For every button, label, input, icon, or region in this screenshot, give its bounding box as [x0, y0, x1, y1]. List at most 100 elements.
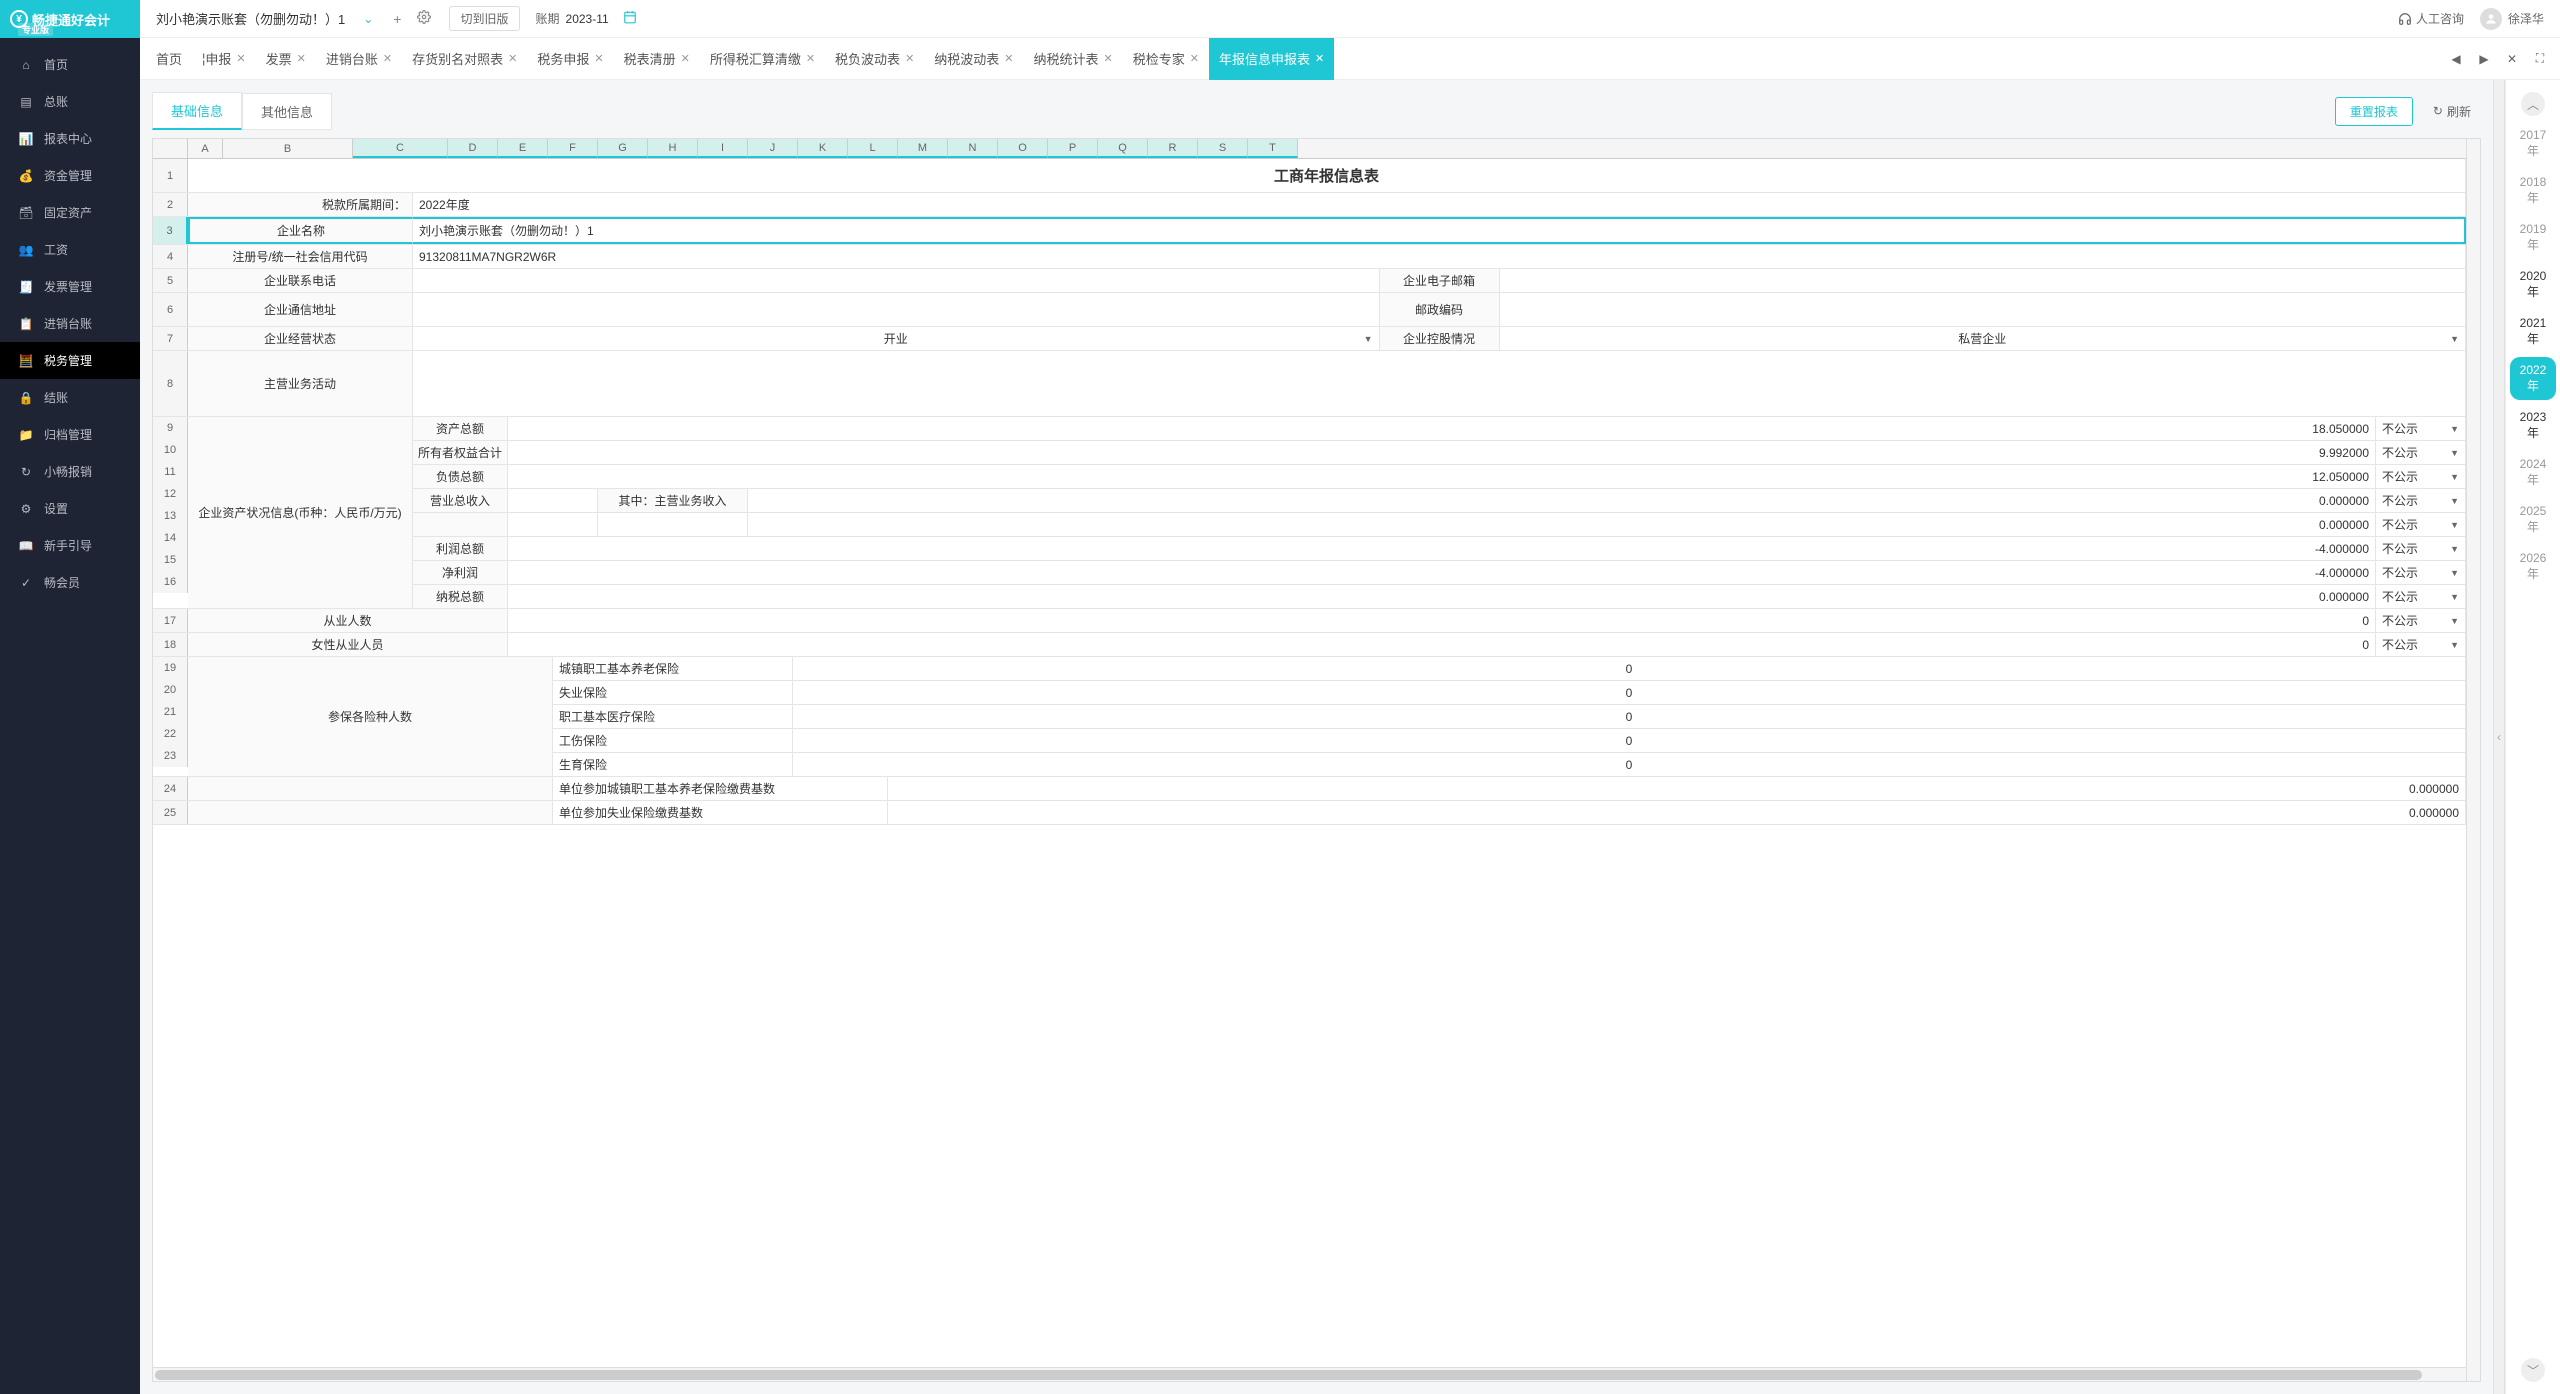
disclose-select[interactable]: 不公示▼ [2376, 513, 2466, 536]
nav-settings[interactable]: ⚙设置 [0, 490, 140, 527]
ins-value[interactable]: 0 [793, 729, 2466, 752]
col-header-A[interactable]: A [188, 139, 223, 158]
fin-subvalue[interactable]: 0.000000 [748, 513, 2376, 536]
tab-close-icon[interactable]: ✕ [1190, 52, 1199, 65]
nav-funds[interactable]: 💰资金管理 [0, 157, 140, 194]
addr-value[interactable] [413, 293, 1380, 326]
year-up-icon[interactable]: ︿ [2521, 92, 2545, 116]
row-header-8[interactable]: 8 [153, 351, 188, 416]
year-2024年[interactable]: 2024年 [2510, 451, 2556, 494]
ins-value[interactable]: 0 [793, 753, 2466, 776]
page-tab[interactable]: 税务申报✕ [527, 38, 613, 80]
page-tab[interactable]: 税负波动表✕ [825, 38, 924, 80]
female-value[interactable]: 0 [508, 633, 2376, 656]
year-2023年[interactable]: 2023年 [2510, 404, 2556, 447]
page-tab[interactable]: 进销台账✕ [316, 38, 402, 80]
account-dropdown-icon[interactable]: ⌄ [363, 12, 373, 26]
tab-close-icon[interactable]: ✕ [681, 52, 690, 65]
base-value[interactable]: 0.000000 [888, 777, 2466, 800]
disclose-select[interactable]: 不公示▼ [2376, 609, 2466, 632]
base-value[interactable]: 0.000000 [888, 801, 2466, 824]
nav-xiaochang[interactable]: ↻小畅报销 [0, 453, 140, 490]
row-header-5[interactable]: 5 [153, 269, 188, 292]
col-header-K[interactable]: K [798, 139, 848, 158]
page-tab[interactable]: 纳税波动表✕ [924, 38, 1023, 80]
disclose-select[interactable]: 不公示▼ [2376, 585, 2466, 608]
old-version-button[interactable]: 切到旧版 [449, 6, 519, 31]
col-header-H[interactable]: H [648, 139, 698, 158]
col-header-S[interactable]: S [1198, 139, 1248, 158]
tab-basic-info[interactable]: 基础信息 [152, 92, 242, 130]
col-header-L[interactable]: L [848, 139, 898, 158]
refresh-button[interactable]: ↻刷新 [2423, 97, 2481, 126]
row-header-9[interactable]: 9 [153, 417, 188, 439]
tab-close-icon[interactable]: ✕ [905, 52, 914, 65]
disclose-select[interactable]: 不公示▼ [2376, 465, 2466, 488]
row-header-25[interactable]: 25 [153, 801, 188, 824]
ins-value[interactable]: 0 [793, 657, 2466, 680]
year-2022年[interactable]: 2022年 [2510, 357, 2556, 400]
tab-close-icon[interactable]: ✕ [1004, 52, 1013, 65]
year-2026年[interactable]: 2026年 [2510, 545, 2556, 588]
fullscreen-icon[interactable]: ⛶ [2528, 47, 2552, 71]
nav-reports[interactable]: 📊报表中心 [0, 120, 140, 157]
col-header-F[interactable]: F [548, 139, 598, 158]
year-2025年[interactable]: 2025年 [2510, 498, 2556, 541]
col-header-R[interactable]: R [1148, 139, 1198, 158]
col-header-I[interactable]: I [698, 139, 748, 158]
disclose-select[interactable]: 不公示▼ [2376, 489, 2466, 512]
page-tab[interactable]: 所得税汇算清缴✕ [700, 38, 825, 80]
year-2019年[interactable]: 2019年 [2510, 216, 2556, 259]
col-header-J[interactable]: J [748, 139, 798, 158]
tab-close-icon[interactable]: ✕ [508, 52, 517, 65]
year-2017年[interactable]: 2017年 [2510, 122, 2556, 165]
row-header-17[interactable]: 17 [153, 609, 188, 632]
page-tab[interactable]: 年报信息申报表✕ [1209, 38, 1334, 80]
row-header-11[interactable]: 11 [153, 461, 188, 483]
reg-value[interactable]: 91320811MA7NGR2W6R [413, 245, 2466, 268]
row-header-14[interactable]: 14 [153, 527, 188, 549]
year-down-icon[interactable]: ﹀ [2521, 1358, 2545, 1382]
consult-button[interactable]: 人工咨询 [2398, 10, 2464, 27]
col-header-D[interactable]: D [448, 139, 498, 158]
postal-value[interactable] [1500, 293, 2467, 326]
col-header-B[interactable]: B [223, 139, 353, 158]
col-header-P[interactable]: P [1048, 139, 1098, 158]
page-tab[interactable]: 发票✕ [256, 38, 316, 80]
row-header-7[interactable]: 7 [153, 327, 188, 350]
activity-value[interactable] [413, 351, 2466, 416]
page-tab[interactable]: 首页 [146, 38, 192, 80]
settings-header-icon[interactable] [417, 10, 431, 27]
row-header-24[interactable]: 24 [153, 777, 188, 800]
add-account-icon[interactable]: + [393, 11, 401, 27]
employees-value[interactable]: 0 [508, 609, 2376, 632]
tab-close-icon[interactable]: ✕ [594, 52, 603, 65]
nav-guide[interactable]: 📖新手引导 [0, 527, 140, 564]
year-2021年[interactable]: 2021年 [2510, 310, 2556, 353]
nav-tax[interactable]: 🧮税务管理 [0, 342, 140, 379]
row-header-16[interactable]: 16 [153, 571, 188, 593]
row-header-21[interactable]: 21 [153, 701, 188, 723]
nav-home[interactable]: ⌂首页 [0, 46, 140, 83]
nav-member[interactable]: ✓畅会员 [0, 564, 140, 601]
calendar-icon[interactable] [623, 10, 637, 27]
row-header-4[interactable]: 4 [153, 245, 188, 268]
row-header-19[interactable]: 19 [153, 657, 188, 679]
fin-value[interactable]: 12.050000 [508, 465, 2376, 488]
horizontal-scrollbar[interactable] [153, 1367, 2466, 1381]
fin-value[interactable]: -4.000000 [508, 537, 2376, 560]
fin-value[interactable]: 18.050000 [508, 417, 2376, 440]
row-header-6[interactable]: 6 [153, 293, 188, 326]
row-header-18[interactable]: 18 [153, 633, 188, 656]
fin-value[interactable]: 0.000000 [508, 585, 2376, 608]
tab-other-info[interactable]: 其他信息 [242, 93, 332, 130]
disclose-select[interactable]: 不公示▼ [2376, 537, 2466, 560]
collapse-year-panel-icon[interactable]: ‹ [2493, 80, 2505, 1394]
year-2020年[interactable]: 2020年 [2510, 263, 2556, 306]
row-header-22[interactable]: 22 [153, 723, 188, 745]
nav-assets[interactable]: 🗃固定资产 [0, 194, 140, 231]
disclose-select[interactable]: 不公示▼ [2376, 561, 2466, 584]
nav-ledger[interactable]: ▤总账 [0, 83, 140, 120]
page-tab[interactable]: 税检专家✕ [1123, 38, 1209, 80]
col-header-O[interactable]: O [998, 139, 1048, 158]
